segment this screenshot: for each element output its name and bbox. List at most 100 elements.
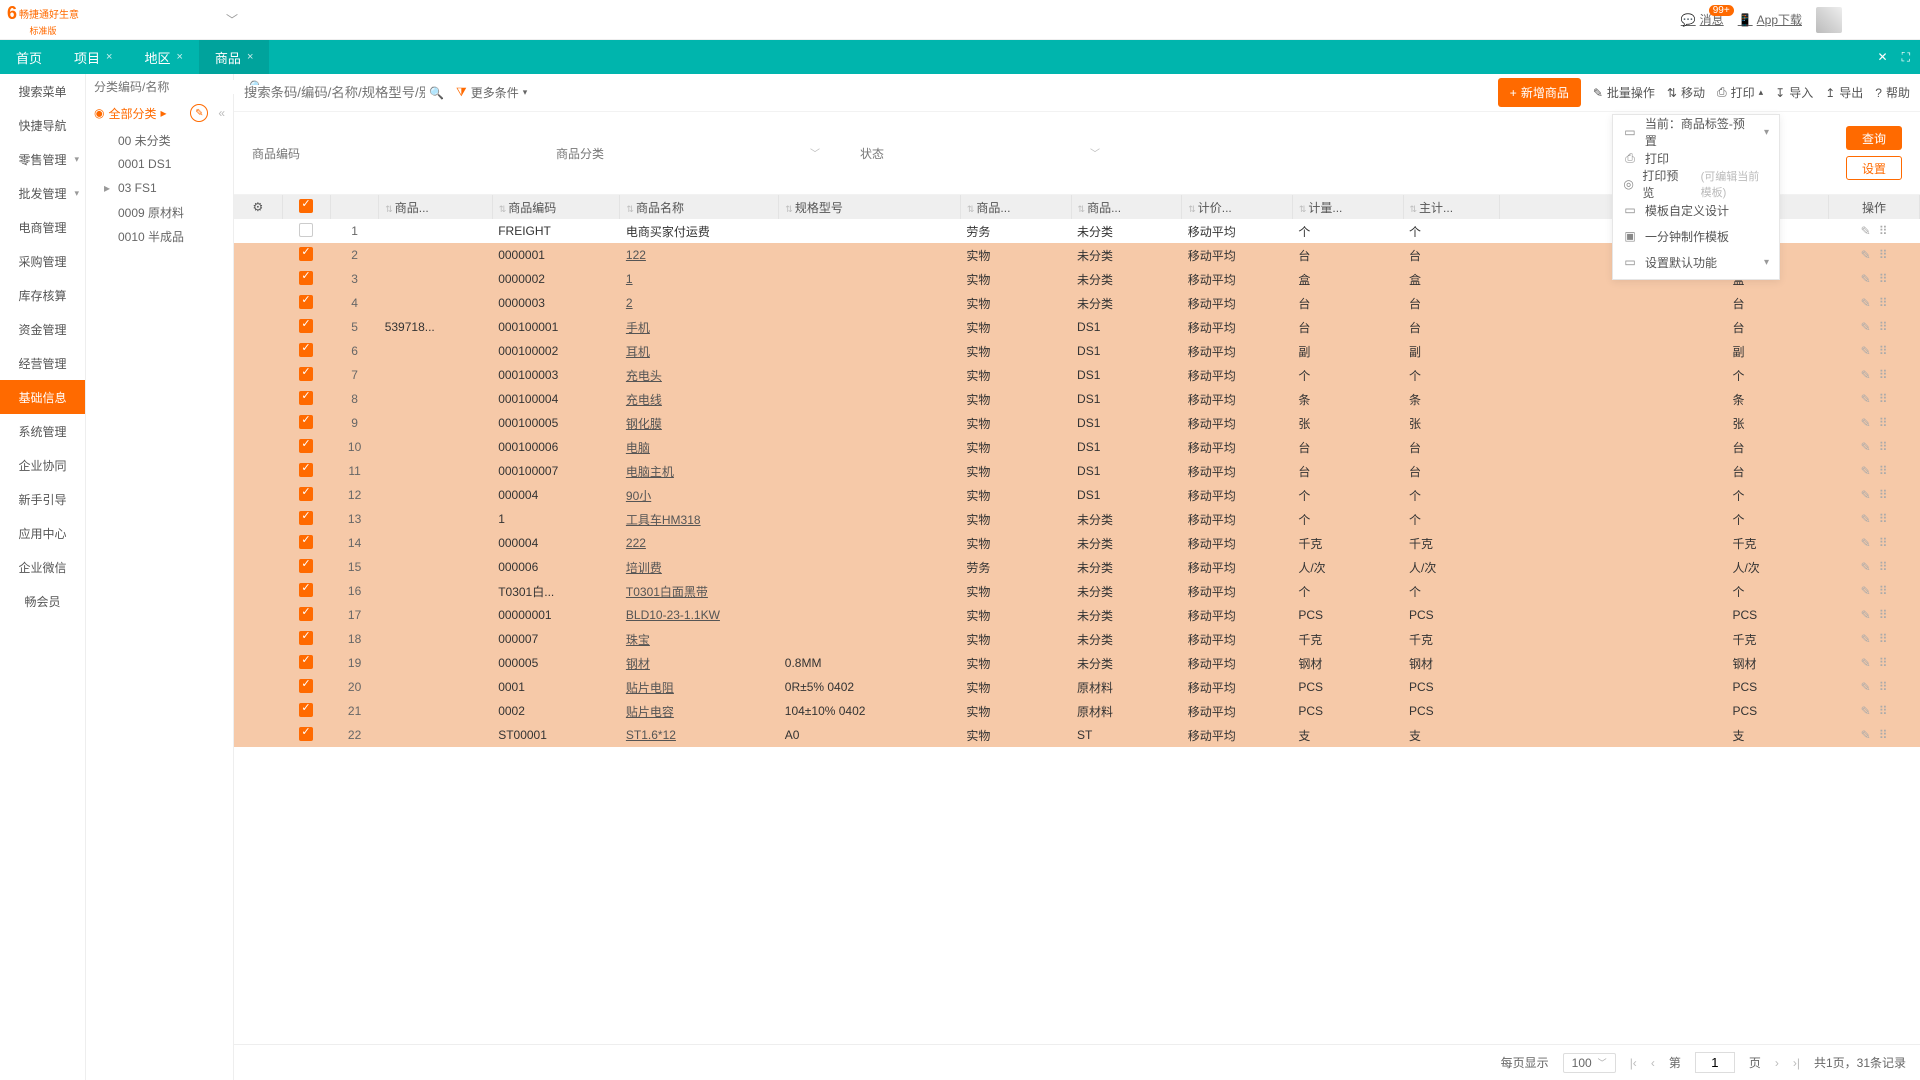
product-name-link[interactable]: 222 xyxy=(626,536,646,550)
nav-采购管理[interactable]: 采购管理 xyxy=(0,244,85,278)
tab-地区[interactable]: 地区× xyxy=(128,40,198,74)
tree-node[interactable]: 0009 原材料 xyxy=(104,200,233,224)
nav-畅会员[interactable]: 畅会员 xyxy=(0,584,85,618)
row-more-button[interactable]: ⠿ xyxy=(1879,296,1888,310)
row-more-button[interactable]: ⠿ xyxy=(1879,440,1888,454)
nav-库存核算[interactable]: 库存核算 xyxy=(0,278,85,312)
nav-企业协同[interactable]: 企业协同 xyxy=(0,448,85,482)
more-filters-button[interactable]: ⧩ 更多条件 ▾ xyxy=(456,84,527,101)
row-checkbox[interactable] xyxy=(299,631,313,645)
table-row[interactable]: 16T0301白...T0301白面黑带实物未分类移动平均个个个✎⠿ xyxy=(234,579,1920,603)
per-page-select[interactable]: 100﹀ xyxy=(1563,1053,1616,1073)
close-icon[interactable]: × xyxy=(247,51,253,63)
tab-close-button[interactable]: ✕ xyxy=(1878,50,1888,64)
close-icon[interactable]: × xyxy=(176,51,182,63)
row-checkbox[interactable] xyxy=(299,679,313,693)
product-name-link[interactable]: 122 xyxy=(626,248,646,262)
table-row[interactable]: 15000006培训费劳务未分类移动平均人/次人/次人/次✎⠿ xyxy=(234,555,1920,579)
row-more-button[interactable]: ⠿ xyxy=(1879,704,1888,718)
row-more-button[interactable]: ⠿ xyxy=(1879,608,1888,622)
row-edit-button[interactable]: ✎ xyxy=(1861,344,1871,358)
product-name-link[interactable]: 培训费 xyxy=(626,561,662,575)
table-row[interactable]: 9000100005钢化膜实物DS1移动平均张张张✎⠿ xyxy=(234,411,1920,435)
table-row[interactable]: 210002贴片电容104±10% 0402实物原材料移动平均PCSPCSPCS… xyxy=(234,699,1920,723)
table-row[interactable]: 8000100004充电线实物DS1移动平均条条条✎⠿ xyxy=(234,387,1920,411)
product-name-link[interactable]: 贴片电阻 xyxy=(626,681,674,695)
table-row[interactable]: 1200000490小实物DS1移动平均个个个✎⠿ xyxy=(234,483,1920,507)
filter-code-input[interactable] xyxy=(336,145,516,161)
table-row[interactable]: 400000032实物未分类移动平均台台台✎⠿ xyxy=(234,291,1920,315)
tree-node[interactable]: 0001 DS1 xyxy=(104,152,233,176)
row-edit-button[interactable]: ✎ xyxy=(1861,680,1871,694)
nav-基础信息[interactable]: 基础信息 xyxy=(0,380,85,414)
table-row[interactable]: 5539718...000100001手机实物DS1移动平均台台台✎⠿ xyxy=(234,315,1920,339)
row-checkbox[interactable] xyxy=(299,367,313,381)
tab-商品[interactable]: 商品× xyxy=(199,40,269,74)
row-more-button[interactable]: ⠿ xyxy=(1879,392,1888,406)
row-edit-button[interactable]: ✎ xyxy=(1861,248,1871,262)
row-more-button[interactable]: ⠿ xyxy=(1879,272,1888,286)
print-menu-template[interactable]: ▭模板自定义设计 xyxy=(1613,197,1779,223)
product-name-link[interactable]: 钢化膜 xyxy=(626,417,662,431)
nav-经营管理[interactable]: 经营管理 xyxy=(0,346,85,380)
filter-status-select[interactable]: ﹀ xyxy=(920,145,1100,161)
row-checkbox[interactable] xyxy=(299,463,313,477)
row-edit-button[interactable]: ✎ xyxy=(1861,632,1871,646)
product-name-link[interactable]: 耳机 xyxy=(626,345,650,359)
tree-search-input[interactable] xyxy=(94,80,249,94)
row-checkbox[interactable] xyxy=(299,559,313,573)
col-pricing[interactable]: ⇅计价... xyxy=(1182,195,1293,219)
row-edit-button[interactable]: ✎ xyxy=(1861,224,1871,238)
help-button[interactable]: ?帮助 xyxy=(1875,84,1910,101)
table-row[interactable]: 10000100006电脑实物DS1移动平均台台台✎⠿ xyxy=(234,435,1920,459)
col-main-unit[interactable]: ⇅主计... xyxy=(1403,195,1499,219)
row-checkbox[interactable] xyxy=(299,703,313,717)
row-edit-button[interactable]: ✎ xyxy=(1861,272,1871,286)
product-name-link[interactable]: 90小 xyxy=(626,489,651,503)
tree-node[interactable]: 00 未分类 xyxy=(104,128,233,152)
product-name-link[interactable]: 贴片电容 xyxy=(626,705,674,719)
select-all-checkbox[interactable] xyxy=(282,195,330,219)
print-menu-default[interactable]: ▭设置默认功能▾ xyxy=(1613,249,1779,275)
nav-搜索菜单[interactable]: 搜索菜单 xyxy=(0,74,85,108)
import-button[interactable]: ↧导入 xyxy=(1775,84,1813,101)
row-edit-button[interactable]: ✎ xyxy=(1861,440,1871,454)
row-edit-button[interactable]: ✎ xyxy=(1861,488,1871,502)
row-more-button[interactable]: ⠿ xyxy=(1879,488,1888,502)
product-name-link[interactable]: BLD10-23-1.1KW xyxy=(626,608,720,622)
row-checkbox[interactable] xyxy=(299,727,313,741)
table-row[interactable]: 6000100002耳机实物DS1移动平均副副副✎⠿ xyxy=(234,339,1920,363)
print-dropdown-button[interactable]: ⎙打印▴ xyxy=(1717,84,1763,101)
page-first-button[interactable]: |‹ xyxy=(1630,1056,1637,1070)
row-edit-button[interactable]: ✎ xyxy=(1861,728,1871,742)
col-spec[interactable]: ⇅规格型号 xyxy=(779,195,961,219)
row-edit-button[interactable]: ✎ xyxy=(1861,608,1871,622)
row-checkbox[interactable] xyxy=(299,319,313,333)
row-more-button[interactable]: ⠿ xyxy=(1879,728,1888,742)
row-more-button[interactable]: ⠿ xyxy=(1879,560,1888,574)
app-download-link[interactable]: 📱 App下载 xyxy=(1738,11,1802,28)
row-edit-button[interactable]: ✎ xyxy=(1861,320,1871,334)
table-row[interactable]: 1700000001BLD10-23-1.1KW实物未分类移动平均PCSPCSP… xyxy=(234,603,1920,627)
row-more-button[interactable]: ⠿ xyxy=(1879,416,1888,430)
row-checkbox[interactable] xyxy=(299,583,313,597)
nav-新手引导[interactable]: 新手引导 xyxy=(0,482,85,516)
messages-link[interactable]: 💬 消息 99+ xyxy=(1681,11,1724,28)
fullscreen-button[interactable]: ⛶ xyxy=(1902,50,1910,65)
print-menu-preview[interactable]: ◎打印预览 (可编辑当前模板) xyxy=(1613,171,1779,197)
nav-应用中心[interactable]: 应用中心 xyxy=(0,516,85,550)
tree-node[interactable]: ▸03 FS1 xyxy=(104,176,233,200)
product-name-link[interactable]: 充电头 xyxy=(626,369,662,383)
product-name-link[interactable]: T0301白面黑带 xyxy=(626,585,708,599)
col-prop[interactable]: ⇅商品... xyxy=(960,195,1071,219)
col-barcode[interactable]: ⇅商品... xyxy=(379,195,493,219)
main-search-input[interactable] xyxy=(244,85,425,100)
row-checkbox[interactable] xyxy=(299,535,313,549)
page-last-button[interactable]: ›| xyxy=(1793,1056,1800,1070)
product-name-link[interactable]: ST1.6*12 xyxy=(626,728,676,742)
row-more-button[interactable]: ⠿ xyxy=(1879,368,1888,382)
row-edit-button[interactable]: ✎ xyxy=(1861,560,1871,574)
nav-快捷导航[interactable]: 快捷导航 xyxy=(0,108,85,142)
export-button[interactable]: ↥导出 xyxy=(1825,84,1863,101)
row-more-button[interactable]: ⠿ xyxy=(1879,680,1888,694)
